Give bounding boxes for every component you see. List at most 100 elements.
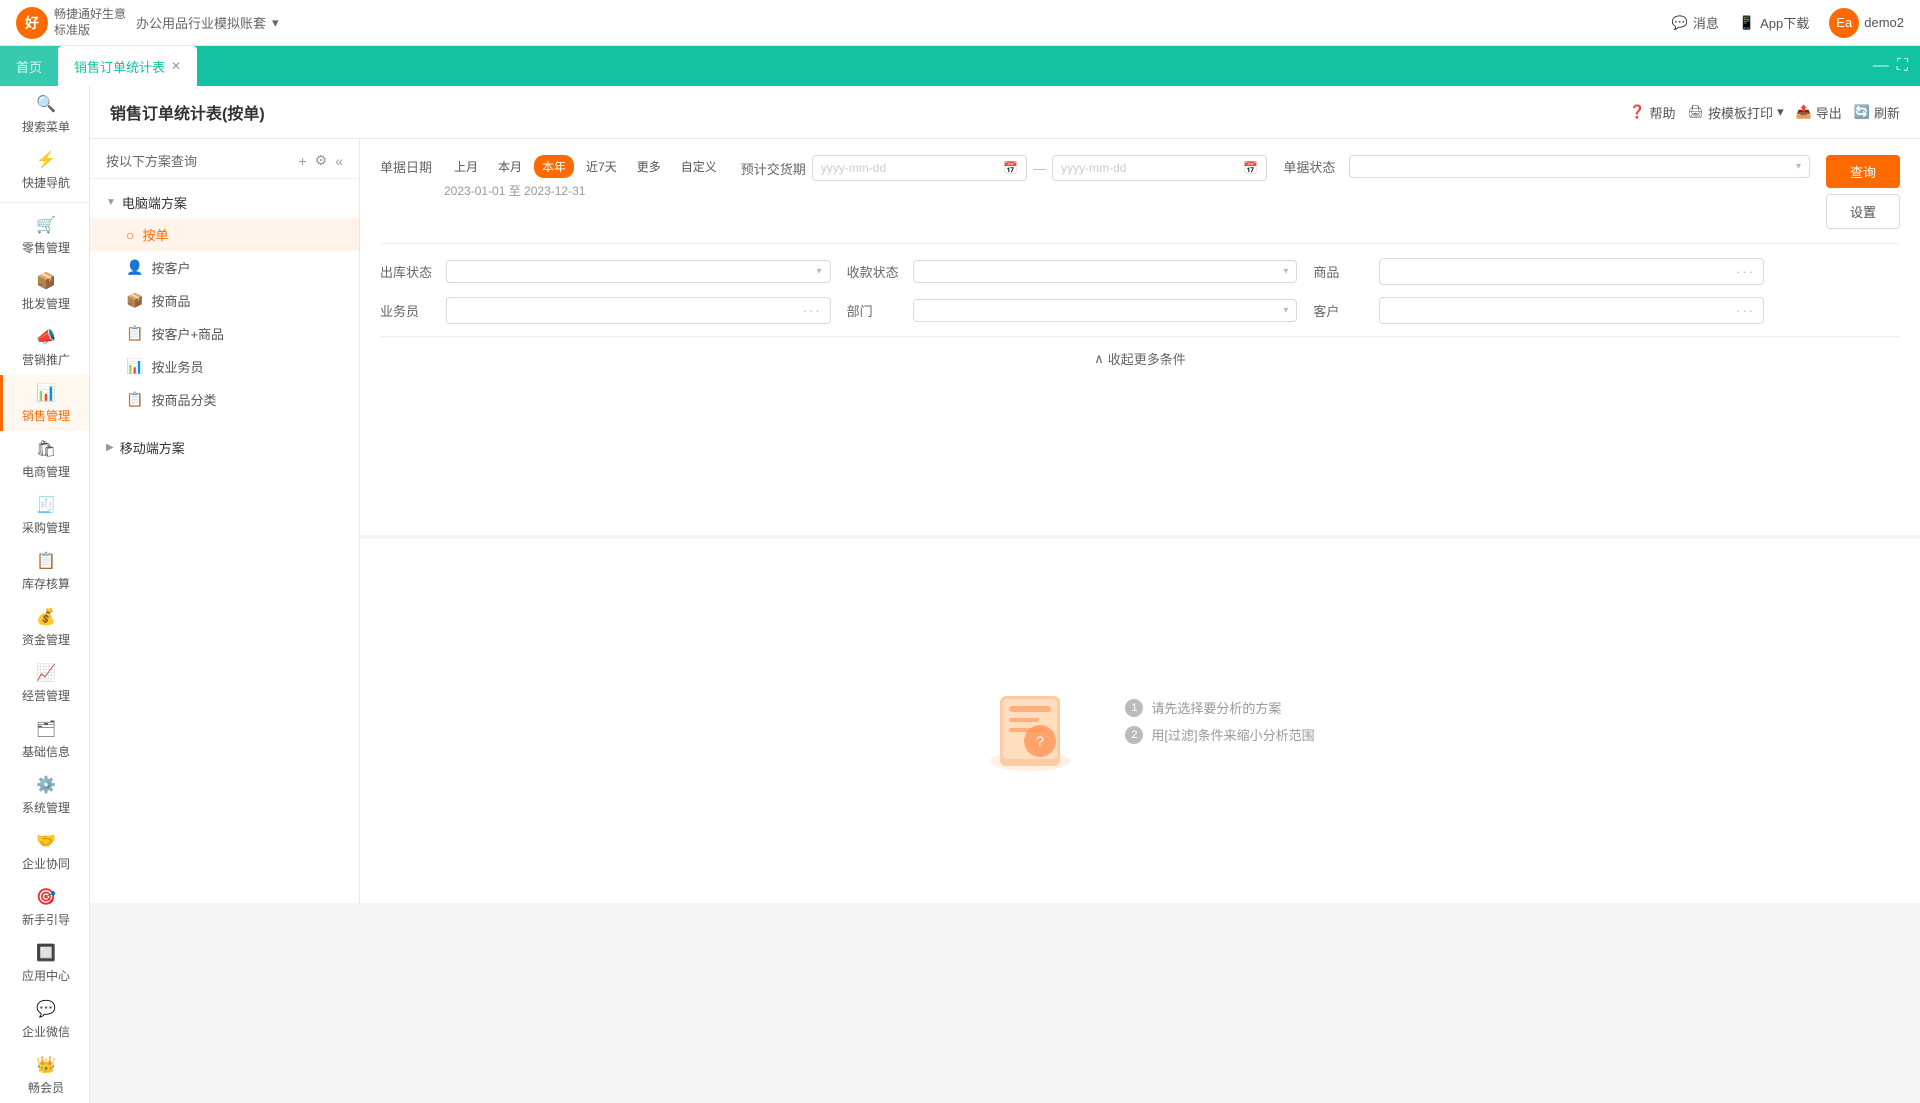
scheme-item-by-product[interactable]: 📦 按商品 (90, 284, 359, 317)
ship-status-label: 出库状态 (380, 262, 440, 281)
sidebar-item-member[interactable]: 👑 畅会员 (0, 1047, 89, 1103)
sidebar-item-basic-info[interactable]: 🗂 基础信息 (0, 711, 89, 767)
ship-status-select[interactable]: ▾ (446, 260, 831, 283)
empty-svg: ? (965, 656, 1095, 786)
member-icon: 👑 (36, 1055, 56, 1075)
panel-collapse-btn[interactable]: « (335, 153, 343, 169)
page-actions: ❓ 帮助 🖨 按模板打印 ▾ 📤 导出 🔄 刷新 (1629, 103, 1900, 122)
export-icon: 📤 (1796, 104, 1812, 120)
date-range-display: 2023-01-01 至 2023-12-31 (380, 182, 725, 199)
bill-date-row: 单据日期 上月 本月 本年 近7天 更多 自定义 (380, 155, 725, 178)
salesperson-control[interactable]: ··· (446, 297, 831, 324)
sidebar-item-new-guide[interactable]: 🎯 新手引导 (0, 879, 89, 935)
app-download-btn[interactable]: 📱 App下载 (1739, 13, 1809, 32)
scheme-group-mobile-header[interactable]: ▶ 移动端方案 (90, 432, 359, 463)
tab-maximize-btn[interactable]: ⛶ (1897, 57, 1908, 75)
logo-icon: 好 (16, 7, 48, 39)
product-section: 商品 ··· (1313, 258, 1764, 285)
filter-row-2: 出库状态 ▾ 收款状态 ▾ (380, 258, 1900, 285)
refresh-icon: 🔄 (1854, 104, 1870, 120)
sidebar-item-app-center[interactable]: 🔲 应用中心 (0, 935, 89, 991)
payment-status-select[interactable]: ▾ (913, 260, 1298, 283)
collapse-bar[interactable]: ∧ 收起更多条件 (380, 336, 1900, 380)
salesperson-dots[interactable]: ··· (803, 303, 822, 318)
sidebar-item-wholesale-mgmt[interactable]: 📦 批发管理 (0, 263, 89, 319)
refresh-btn[interactable]: 🔄 刷新 (1854, 103, 1900, 122)
sidebar-item-ecommerce-mgmt[interactable]: 🛍 电商管理 (0, 431, 89, 487)
breadcrumb-arrow-icon[interactable]: ▾ (272, 15, 279, 31)
query-btn[interactable]: 查询 (1826, 155, 1900, 188)
product-dots[interactable]: ··· (1736, 264, 1755, 279)
message-btn[interactable]: 💬 消息 (1672, 13, 1719, 32)
purchase-mgmt-icon: 🧾 (36, 495, 56, 515)
sidebar-item-purchase-mgmt[interactable]: 🧾 采购管理 (0, 487, 89, 543)
tab-minimize-btn[interactable]: — (1873, 57, 1889, 75)
page-header: 销售订单统计表(按单) ❓ 帮助 🖨 按模板打印 ▾ 📤 导出 🔄 刷新 (90, 86, 1920, 139)
scheme-item-by-product-category[interactable]: 📋 按商品分类 (90, 383, 359, 416)
results-area: ? 1 请先选择要分析的方案 2 (360, 535, 1920, 903)
sidebar-item-sys-mgmt[interactable]: ⚙️ 系统管理 (0, 767, 89, 823)
left-panel-actions: + ⚙ « (298, 152, 343, 169)
app-center-icon: 🔲 (36, 943, 56, 963)
inventory-icon: 📋 (36, 551, 56, 571)
customer-control[interactable]: ··· (1379, 297, 1764, 324)
sidebar-item-finance-mgmt[interactable]: 💰 资金管理 (0, 599, 89, 655)
tab-sales-order-stats[interactable]: 销售订单统计表 ✕ (58, 46, 197, 86)
scheme-item-by-customer[interactable]: 👤 按客户 (90, 251, 359, 284)
top-bar-right: 💬 消息 📱 App下载 Ea demo2 (1672, 8, 1904, 38)
group-expand-icon: ▼ (106, 197, 116, 208)
sidebar-item-enterprise-wechat[interactable]: 💬 企业微信 (0, 991, 89, 1047)
date-this-month-btn[interactable]: 本月 (490, 155, 530, 178)
sidebar-item-quick-nav[interactable]: ⚡ 快捷导航 (0, 142, 89, 198)
department-label: 部门 (847, 301, 907, 320)
sidebar-item-sales-mgmt[interactable]: 📊 销售管理 (0, 375, 89, 431)
main-layout: 🔍 搜索菜单 ⚡ 快捷导航 🛒 零售管理 📦 批发管理 📣 营销推广 📊 销售管… (0, 86, 1920, 1103)
date-quick-btns: 上月 本月 本年 近7天 更多 自定义 (446, 155, 725, 178)
user-menu[interactable]: Ea demo2 (1829, 8, 1904, 38)
date-this-year-btn[interactable]: 本年 (534, 155, 574, 178)
sidebar-item-marketing[interactable]: 📣 营销推广 (0, 319, 89, 375)
settings-btn[interactable]: 设置 (1826, 194, 1900, 229)
scheme-item-by-customer-product[interactable]: 📋 按客户+商品 (90, 317, 359, 350)
department-select[interactable]: ▾ (913, 299, 1298, 322)
payment-status-arrow-icon: ▾ (1283, 266, 1288, 277)
scheme-by-cust-prod-icon: 📋 (126, 325, 143, 342)
sidebar-item-retail-mgmt[interactable]: 🛒 零售管理 (0, 207, 89, 263)
sidebar-item-operations-mgmt[interactable]: 📈 经营管理 (0, 655, 89, 711)
sidebar-item-enterprise-collab[interactable]: 🤝 企业协同 (0, 823, 89, 879)
breadcrumb-area: 办公用品行业模拟账套 ▾ (136, 13, 279, 32)
expected-delivery-end[interactable]: yyyy-mm-dd 📅 (1052, 155, 1267, 181)
left-panel: 按以下方案查询 + ⚙ « ▼ 电脑端方案 ○ 按单 (90, 139, 360, 903)
hint-num-1: 1 (1125, 699, 1143, 717)
quick-nav-icon: ⚡ (36, 150, 56, 170)
expected-delivery-start[interactable]: yyyy-mm-dd 📅 (812, 155, 1027, 181)
date-last-7-days-btn[interactable]: 近7天 (578, 155, 625, 178)
scheme-settings-btn[interactable]: ⚙ (315, 152, 328, 169)
help-btn[interactable]: ❓ 帮助 (1629, 103, 1675, 122)
bill-status-select[interactable]: ▾ (1349, 155, 1810, 178)
scheme-by-sales-icon: 📊 (126, 358, 143, 375)
scheme-group-desktop-header[interactable]: ▼ 电脑端方案 (90, 187, 359, 218)
export-btn[interactable]: 📤 导出 (1796, 103, 1842, 122)
customer-dots[interactable]: ··· (1736, 303, 1755, 318)
add-scheme-btn[interactable]: + (298, 153, 306, 169)
bill-date-label: 单据日期 (380, 157, 440, 176)
sidebar-item-inventory[interactable]: 📋 库存核算 (0, 543, 89, 599)
date-more-btn[interactable]: 更多 (629, 155, 669, 178)
date-custom-btn[interactable]: 自定义 (673, 155, 725, 178)
expected-start-placeholder: yyyy-mm-dd (821, 161, 886, 175)
right-content: 单据日期 上月 本月 本年 近7天 更多 自定义 2023 (360, 139, 1920, 903)
scheme-item-by-order[interactable]: ○ 按单 (90, 218, 359, 251)
template-print-btn[interactable]: 🖨 按模板打印 ▾ (1688, 103, 1784, 122)
tab-home[interactable]: 首页 (0, 46, 58, 86)
calendar-icon: 📅 (1003, 161, 1018, 175)
help-icon: ❓ (1629, 104, 1645, 120)
sidebar-item-search-menu[interactable]: 🔍 搜索菜单 (0, 86, 89, 142)
scheme-item-by-salesperson[interactable]: 📊 按业务员 (90, 350, 359, 383)
date-last-month-btn[interactable]: 上月 (446, 155, 486, 178)
sys-mgmt-icon: ⚙️ (36, 775, 56, 795)
product-control[interactable]: ··· (1379, 258, 1764, 285)
product-label: 商品 (1313, 262, 1373, 281)
empty-hints: 1 请先选择要分析的方案 2 用[过滤]条件来缩小分析范围 (1125, 698, 1314, 744)
tab-close-icon[interactable]: ✕ (171, 59, 181, 73)
